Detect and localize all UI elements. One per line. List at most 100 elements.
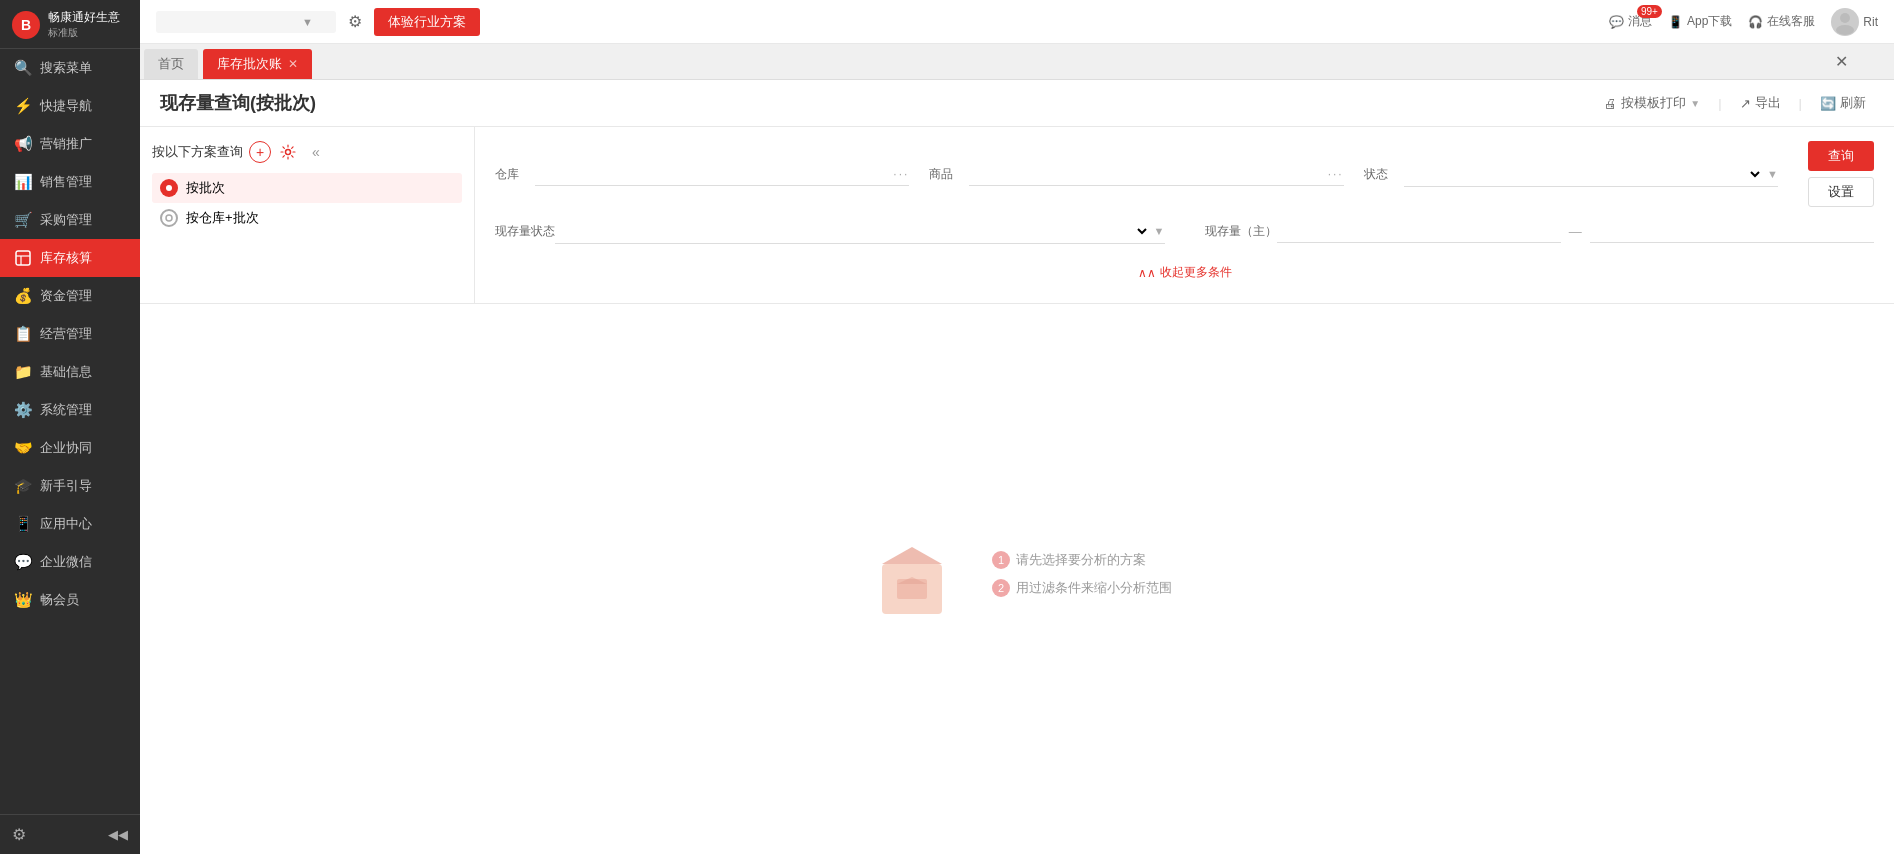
inventory-qty-from-wrap [1277, 220, 1561, 243]
scheme-gear-btn[interactable] [277, 141, 299, 163]
sidebar-item-label: 基础信息 [40, 363, 92, 381]
collapse-scheme-icon[interactable]: « [305, 141, 327, 163]
sidebar-item-label: 快捷导航 [40, 97, 92, 115]
filter-right: 仓库 ··· 商品 ··· 状态 [475, 127, 1894, 303]
print-chevron-icon: ▼ [1690, 98, 1700, 109]
sidebar-nav: 🔍 搜索菜单 ⚡ 快捷导航 📢 营销推广 📊 销售管理 🛒 采购管理 [0, 49, 140, 814]
sidebar-toggle-btn[interactable]: ◀◀ [108, 827, 128, 842]
scheme-item-warehouse-batch[interactable]: 按仓库+批次 [152, 203, 462, 233]
sidebar-item-appstore[interactable]: 📱 应用中心 [0, 505, 140, 543]
settings-btn[interactable]: 设置 [1808, 177, 1874, 207]
tab-home-label: 首页 [158, 55, 184, 73]
messages-btn[interactable]: 💬 消息 99+ [1609, 13, 1652, 30]
collapse-more-btn[interactable]: ∧∧ 收起更多条件 [495, 256, 1874, 289]
sidebar-item-enterprise[interactable]: 🤝 企业协同 [0, 429, 140, 467]
avatar [1831, 8, 1859, 36]
filter-title-text: 按以下方案查询 [152, 143, 243, 161]
warehouse-input[interactable] [535, 167, 889, 181]
sidebar-item-members[interactable]: 👑 畅会员 [0, 581, 140, 619]
inventory-qty-to-input[interactable] [1590, 224, 1874, 238]
refresh-icon: 🔄 [1820, 96, 1836, 111]
user-menu[interactable]: Rit [1831, 8, 1878, 36]
export-btn[interactable]: ↗ 导出 [1732, 90, 1789, 116]
settings-gear-icon[interactable]: ⚙ [12, 825, 26, 844]
filter-left: 按以下方案查询 + « [140, 127, 475, 303]
sidebar-item-system[interactable]: ⚙️ 系统管理 [0, 391, 140, 429]
sidebar-item-label: 库存核算 [40, 249, 92, 267]
sidebar-item-label: 应用中心 [40, 515, 92, 533]
refresh-btn[interactable]: 🔄 刷新 [1812, 90, 1874, 116]
mobile-icon: 📱 [14, 515, 32, 533]
sidebar-item-newbie[interactable]: 🎓 新手引导 [0, 467, 140, 505]
print-btn[interactable]: 🖨 按模板打印 ▼ [1596, 90, 1708, 116]
svg-point-1 [1840, 13, 1850, 23]
tip-text-2: 用过滤条件来缩小分析范围 [1016, 579, 1172, 597]
sidebar-item-wechat[interactable]: 💬 企业微信 [0, 543, 140, 581]
tab-home[interactable]: 首页 [144, 49, 198, 79]
status-select-wrap: ▼ [1404, 162, 1778, 187]
status-filter-group: 状态 ▼ [1364, 162, 1778, 187]
inventory-qty-label: 现存量（主） [1205, 223, 1277, 240]
sidebar-item-purchase[interactable]: 🛒 采购管理 [0, 201, 140, 239]
goods-input[interactable] [969, 167, 1323, 181]
sidebar-item-label: 系统管理 [40, 401, 92, 419]
sidebar-item-shortcut[interactable]: ⚡ 快捷导航 [0, 87, 140, 125]
goods-label: 商品 [929, 166, 969, 183]
money-icon: 💰 [14, 287, 32, 305]
svg-point-3 [286, 150, 291, 155]
app-logo: B [12, 11, 40, 39]
sidebar-item-label: 采购管理 [40, 211, 92, 229]
empty-content: 1 请先选择要分析的方案 2 用过滤条件来缩小分析范围 [862, 529, 1172, 629]
sidebar-item-finance[interactable]: 💰 资金管理 [0, 277, 140, 315]
tab-bar-close-btn[interactable]: ✕ [1828, 48, 1854, 74]
sidebar-item-label: 经营管理 [40, 325, 92, 343]
tab-close-icon[interactable]: ✕ [288, 57, 298, 71]
status-select[interactable] [1404, 166, 1763, 182]
online-service-label: 在线客服 [1767, 13, 1815, 30]
sidebar-item-label: 企业微信 [40, 553, 92, 571]
goods-more-icon[interactable]: ··· [1328, 167, 1344, 181]
svg-point-5 [166, 215, 172, 221]
search-input[interactable] [166, 15, 296, 29]
sidebar-item-label: 畅会员 [40, 591, 79, 609]
empty-tips: 1 请先选择要分析的方案 2 用过滤条件来缩小分析范围 [992, 551, 1172, 607]
svg-point-2 [1836, 25, 1854, 35]
action-btn-group: 查询 设置 [1808, 141, 1874, 207]
tip-num-1: 1 [992, 551, 1010, 569]
online-service-btn[interactable]: 🎧 在线客服 [1748, 13, 1815, 30]
chevron-down-icon[interactable]: ▼ [302, 16, 313, 28]
sidebar-item-inventory[interactable]: 库存核算 [0, 239, 140, 277]
sidebar-item-search[interactable]: 🔍 搜索菜单 [0, 49, 140, 87]
clipboard-icon: 📋 [14, 325, 32, 343]
messages-badge: 99+ [1637, 5, 1662, 18]
chat-icon: 💬 [14, 553, 32, 571]
add-scheme-btn[interactable]: + [249, 141, 271, 163]
status-chevron-icon: ▼ [1767, 168, 1778, 180]
mobile-download-icon: 📱 [1668, 15, 1683, 29]
inventory-qty-from-input[interactable] [1277, 224, 1561, 238]
sidebar-item-sales[interactable]: 📊 销售管理 [0, 163, 140, 201]
experience-btn[interactable]: 体验行业方案 [374, 8, 480, 36]
sidebar-bottom: ⚙ ◀◀ [0, 814, 140, 854]
scheme-item-batch[interactable]: 按批次 [152, 173, 462, 203]
inventory-status-select[interactable] [555, 223, 1150, 239]
inventory-status-group: 现存量状态 ▼ [495, 219, 1165, 244]
tab-bar: 首页 库存批次账 ✕ ✕ [140, 44, 1894, 80]
sidebar: B 畅康通好生意 标准版 🔍 搜索菜单 ⚡ 快捷导航 📢 营销推广 📊 销售管理 [0, 0, 140, 854]
tip-text-1: 请先选择要分析的方案 [1016, 551, 1146, 569]
app-download-btn[interactable]: 📱 App下载 [1668, 13, 1732, 30]
query-btn[interactable]: 查询 [1808, 141, 1874, 171]
sidebar-item-operations[interactable]: 📋 经营管理 [0, 315, 140, 353]
topbar-gear-icon[interactable]: ⚙ [344, 8, 366, 35]
tab-inventory-batch[interactable]: 库存批次账 ✕ [203, 49, 312, 79]
sidebar-item-label: 营销推广 [40, 135, 92, 153]
main-area: ▼ ⚙ 体验行业方案 💬 消息 99+ 📱 App下载 🎧 在线客服 [140, 0, 1894, 854]
sidebar-item-marketing[interactable]: 📢 营销推广 [0, 125, 140, 163]
status-label: 状态 [1364, 166, 1404, 183]
warehouse-more-icon[interactable]: ··· [893, 167, 909, 181]
filter-row-1: 仓库 ··· 商品 ··· 状态 [495, 141, 1874, 207]
warehouse-input-wrap: ··· [535, 163, 909, 186]
sidebar-item-label: 新手引导 [40, 477, 92, 495]
sidebar-item-basic[interactable]: 📁 基础信息 [0, 353, 140, 391]
collapse-label: 收起更多条件 [1160, 264, 1232, 281]
